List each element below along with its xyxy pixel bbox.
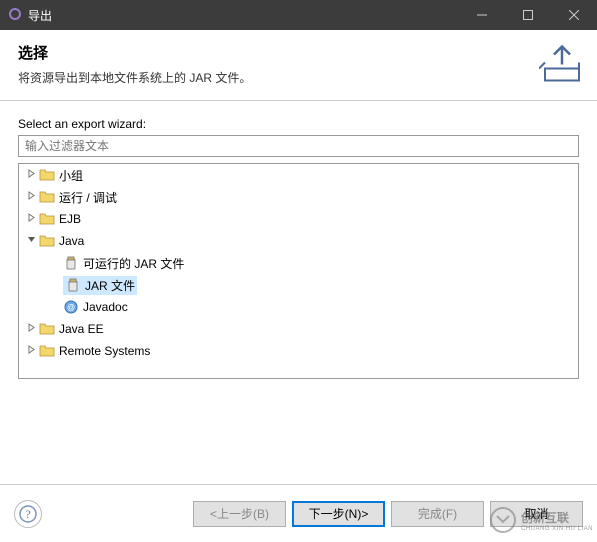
javadoc-icon: @ <box>63 299 79 315</box>
tree-item-label: Java <box>59 234 84 248</box>
tree-scrollarea[interactable]: 小组运行 / 调试 EJB Java 可运行的 JAR 文件 JAR 文件 @ Javado… <box>19 164 578 378</box>
export-icon <box>539 41 585 90</box>
chevron-right-icon[interactable] <box>23 191 39 203</box>
titlebar: 导出 <box>0 0 597 30</box>
tree-item-label: 运行 / 调试 <box>59 189 117 206</box>
chevron-right-icon[interactable] <box>23 345 39 357</box>
page-subtitle: 将资源导出到本地文件系统上的 JAR 文件。 <box>18 69 579 86</box>
tree-item-label: JAR 文件 <box>85 277 135 294</box>
tree-item-label: Java EE <box>59 322 104 336</box>
window-title: 导出 <box>28 7 52 24</box>
app-icon <box>8 7 22 24</box>
tree-item-label: Remote Systems <box>59 344 150 358</box>
page-title: 选择 <box>18 42 579 63</box>
help-button[interactable]: ? <box>14 500 42 528</box>
chevron-right-icon[interactable] <box>23 169 39 181</box>
select-wizard-label: Select an export wizard: <box>18 117 579 131</box>
back-button[interactable]: <上一步(B) <box>193 501 286 527</box>
svg-text:?: ? <box>25 507 30 521</box>
tree-item[interactable]: Remote Systems <box>19 340 578 362</box>
chevron-right-icon[interactable] <box>23 323 39 335</box>
tree-item[interactable]: Java <box>19 230 578 252</box>
tree-item-label: 小组 <box>59 167 83 184</box>
folder-icon <box>39 211 55 227</box>
tree-item[interactable]: 小组 <box>19 164 578 186</box>
folder-icon <box>39 167 55 183</box>
svg-text:@: @ <box>67 303 75 312</box>
tree-item[interactable]: Java EE <box>19 318 578 340</box>
close-button[interactable] <box>551 0 597 30</box>
maximize-button[interactable] <box>505 0 551 30</box>
filter-input[interactable] <box>18 135 579 157</box>
next-button[interactable]: 下一步(N)> <box>292 501 385 527</box>
wizard-header: 选择 将资源导出到本地文件系统上的 JAR 文件。 <box>0 30 597 101</box>
chevron-right-icon[interactable] <box>23 213 39 225</box>
chevron-down-icon[interactable] <box>23 235 39 247</box>
jar-icon <box>65 277 81 293</box>
tree-item-label: Javadoc <box>83 300 128 314</box>
tree-item[interactable]: 可运行的 JAR 文件 <box>19 252 578 274</box>
wizard-body: Select an export wizard: 小组运行 / 调试 EJB Jav… <box>0 101 597 387</box>
jar-icon <box>63 255 79 271</box>
wizard-tree: 小组运行 / 调试 EJB Java 可运行的 JAR 文件 JAR 文件 @ Javado… <box>18 163 579 379</box>
cancel-button[interactable]: 取消 <box>490 501 583 527</box>
tree-item-label: EJB <box>59 212 81 226</box>
tree-item[interactable]: @ Javadoc <box>19 296 578 318</box>
folder-icon <box>39 343 55 359</box>
folder-icon <box>39 321 55 337</box>
folder-icon <box>39 189 55 205</box>
finish-button[interactable]: 完成(F) <box>391 501 484 527</box>
minimize-button[interactable] <box>459 0 505 30</box>
folder-icon <box>39 233 55 249</box>
tree-item-label: 可运行的 JAR 文件 <box>83 255 184 272</box>
tree-item[interactable]: JAR 文件 <box>19 274 578 296</box>
tree-item[interactable]: 运行 / 调试 <box>19 186 578 208</box>
button-bar: ? <上一步(B) 下一步(N)> 完成(F) 取消 <box>0 484 597 542</box>
tree-item[interactable]: EJB <box>19 208 578 230</box>
